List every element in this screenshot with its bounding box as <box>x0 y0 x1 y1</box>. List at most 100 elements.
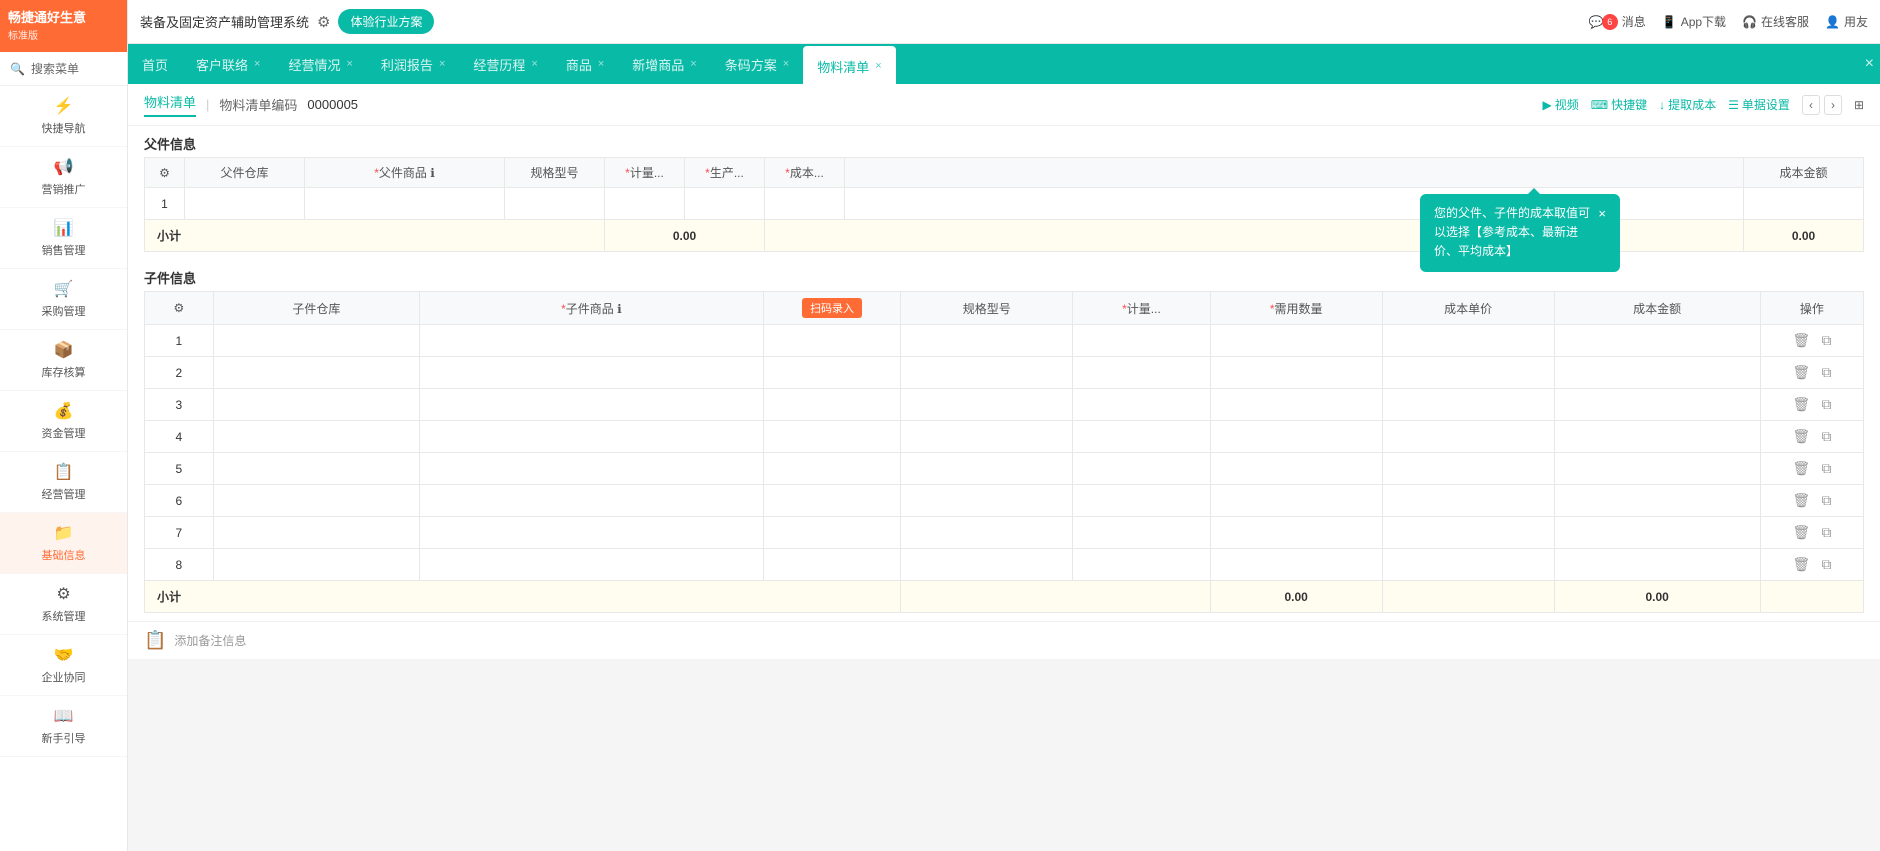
child-warehouse-2[interactable] <box>213 357 419 389</box>
child-unit-3[interactable] <box>1073 389 1211 421</box>
child-product-5[interactable] <box>420 453 764 485</box>
child-qty-8[interactable] <box>1210 549 1382 581</box>
child-spec-2[interactable] <box>901 357 1073 389</box>
child-price-2[interactable] <box>1382 357 1554 389</box>
tooltip-close-btn[interactable]: × <box>1598 204 1606 225</box>
sub-tab-bom-code[interactable]: 物料清单编码 <box>219 95 297 114</box>
child-unit-6[interactable] <box>1073 485 1211 517</box>
tab-bom-close[interactable]: × <box>875 60 881 72</box>
child-qty-7[interactable] <box>1210 517 1382 549</box>
child-spec-4[interactable] <box>901 421 1073 453</box>
sidebar-search[interactable]: 🔍 搜索菜单 <box>0 52 127 86</box>
shortcut-link[interactable]: ⌨ 快捷键 <box>1591 96 1647 113</box>
trial-button[interactable]: 体验行业方案 <box>338 9 434 34</box>
child-qty-2[interactable] <box>1210 357 1382 389</box>
child-warehouse-4[interactable] <box>213 421 419 453</box>
sidebar-item-finance[interactable]: 💰 资金管理 <box>0 391 127 452</box>
sidebar-item-operations[interactable]: 📋 经营管理 <box>0 452 127 513</box>
parent-cell-warehouse-1[interactable] <box>185 188 305 220</box>
copy-btn-7[interactable]: ⧉ <box>1817 522 1835 543</box>
child-spec-7[interactable] <box>901 517 1073 549</box>
note-icon[interactable]: 📋 <box>144 630 166 651</box>
app-download-group[interactable]: 📱 App下载 <box>1662 13 1726 30</box>
child-price-4[interactable] <box>1382 421 1554 453</box>
child-price-3[interactable] <box>1382 389 1554 421</box>
copy-btn-4[interactable]: ⧉ <box>1817 426 1835 447</box>
delete-btn-6[interactable]: 🗑 <box>1788 490 1814 511</box>
child-warehouse-3[interactable] <box>213 389 419 421</box>
next-btn[interactable]: › <box>1824 95 1842 115</box>
child-warehouse-7[interactable] <box>213 517 419 549</box>
child-warehouse-8[interactable] <box>213 549 419 581</box>
child-product-3[interactable] <box>420 389 764 421</box>
child-price-8[interactable] <box>1382 549 1554 581</box>
delete-btn-4[interactable]: 🗑 <box>1788 426 1814 447</box>
sidebar-item-inventory[interactable]: 📦 库存核算 <box>0 330 127 391</box>
copy-btn-8[interactable]: ⧉ <box>1817 554 1835 575</box>
child-unit-8[interactable] <box>1073 549 1211 581</box>
sidebar-item-system[interactable]: ⚙ 系统管理 <box>0 574 127 635</box>
sidebar-item-guide[interactable]: 📖 新手引导 <box>0 696 127 757</box>
child-product-6[interactable] <box>420 485 764 517</box>
tab-customer-close[interactable]: × <box>254 58 260 70</box>
tab-operations[interactable]: 经营情况 × <box>274 44 366 84</box>
prev-btn[interactable]: ‹ <box>1802 95 1820 115</box>
delete-btn-8[interactable]: 🗑 <box>1788 554 1814 575</box>
tab-customer[interactable]: 客户联络 × <box>182 44 274 84</box>
message-group[interactable]: 💬 6 消息 <box>1589 13 1646 30</box>
tab-history-close[interactable]: × <box>531 58 537 70</box>
tab-history[interactable]: 经营历程 × <box>459 44 551 84</box>
parent-cell-unit-1[interactable] <box>605 188 685 220</box>
parent-cell-prod-1[interactable] <box>685 188 765 220</box>
child-unit-2[interactable] <box>1073 357 1211 389</box>
child-th-gear[interactable]: ⚙ <box>145 292 214 325</box>
child-spec-6[interactable] <box>901 485 1073 517</box>
child-warehouse-6[interactable] <box>213 485 419 517</box>
child-product-4[interactable] <box>420 421 764 453</box>
child-qty-4[interactable] <box>1210 421 1382 453</box>
child-spec-8[interactable] <box>901 549 1073 581</box>
tab-profit[interactable]: 利润报告 × <box>367 44 459 84</box>
child-price-7[interactable] <box>1382 517 1554 549</box>
child-product-8[interactable] <box>420 549 764 581</box>
child-unit-7[interactable] <box>1073 517 1211 549</box>
copy-btn-6[interactable]: ⧉ <box>1817 490 1835 511</box>
user-group[interactable]: 👤 用友 <box>1825 13 1868 30</box>
child-product-7[interactable] <box>420 517 764 549</box>
sidebar-item-cooperation[interactable]: 🤝 企业协同 <box>0 635 127 696</box>
sidebar-item-sales[interactable]: 📊 销售管理 <box>0 208 127 269</box>
parent-cell-spec-1[interactable] <box>505 188 605 220</box>
tab-product[interactable]: 商品 × <box>552 44 618 84</box>
copy-btn-2[interactable]: ⧉ <box>1817 362 1835 383</box>
extract-cost-link[interactable]: ↓ 提取成本 <box>1659 96 1716 113</box>
delete-btn-5[interactable]: 🗑 <box>1788 458 1814 479</box>
child-qty-3[interactable] <box>1210 389 1382 421</box>
grid-icon[interactable]: ⊞ <box>1854 98 1864 112</box>
sub-tab-bom-list[interactable]: 物料清单 <box>144 92 196 117</box>
delete-btn-3[interactable]: 🗑 <box>1788 394 1814 415</box>
online-service-group[interactable]: 🎧 在线客服 <box>1742 13 1809 30</box>
child-price-6[interactable] <box>1382 485 1554 517</box>
single-setting-link[interactable]: ☰ 单据设置 <box>1728 96 1790 113</box>
child-warehouse-1[interactable] <box>213 325 419 357</box>
parent-th-gear[interactable]: ⚙ <box>145 158 185 188</box>
child-spec-1[interactable] <box>901 325 1073 357</box>
child-spec-3[interactable] <box>901 389 1073 421</box>
gear-button[interactable]: ⚙ <box>317 13 330 31</box>
close-all-tabs[interactable]: × <box>1859 55 1880 73</box>
child-unit-1[interactable] <box>1073 325 1211 357</box>
parent-cell-product-1[interactable] <box>305 188 505 220</box>
child-spec-5[interactable] <box>901 453 1073 485</box>
video-link[interactable]: ▶ 视频 <box>1543 96 1579 113</box>
child-product-1[interactable] <box>420 325 764 357</box>
sidebar-item-quicknav[interactable]: ⚡ 快捷导航 <box>0 86 127 147</box>
child-qty-5[interactable] <box>1210 453 1382 485</box>
delete-btn-1[interactable]: 🗑 <box>1788 330 1814 351</box>
tab-product-close[interactable]: × <box>598 58 604 70</box>
tab-bom[interactable]: 物料清单 × <box>803 46 895 84</box>
copy-btn-1[interactable]: ⧉ <box>1817 330 1835 351</box>
sidebar-item-marketing[interactable]: 📢 营销推广 <box>0 147 127 208</box>
tab-new-product-close[interactable]: × <box>690 58 696 70</box>
child-warehouse-5[interactable] <box>213 453 419 485</box>
sidebar-item-basic-info[interactable]: 📁 基础信息 <box>0 513 127 574</box>
